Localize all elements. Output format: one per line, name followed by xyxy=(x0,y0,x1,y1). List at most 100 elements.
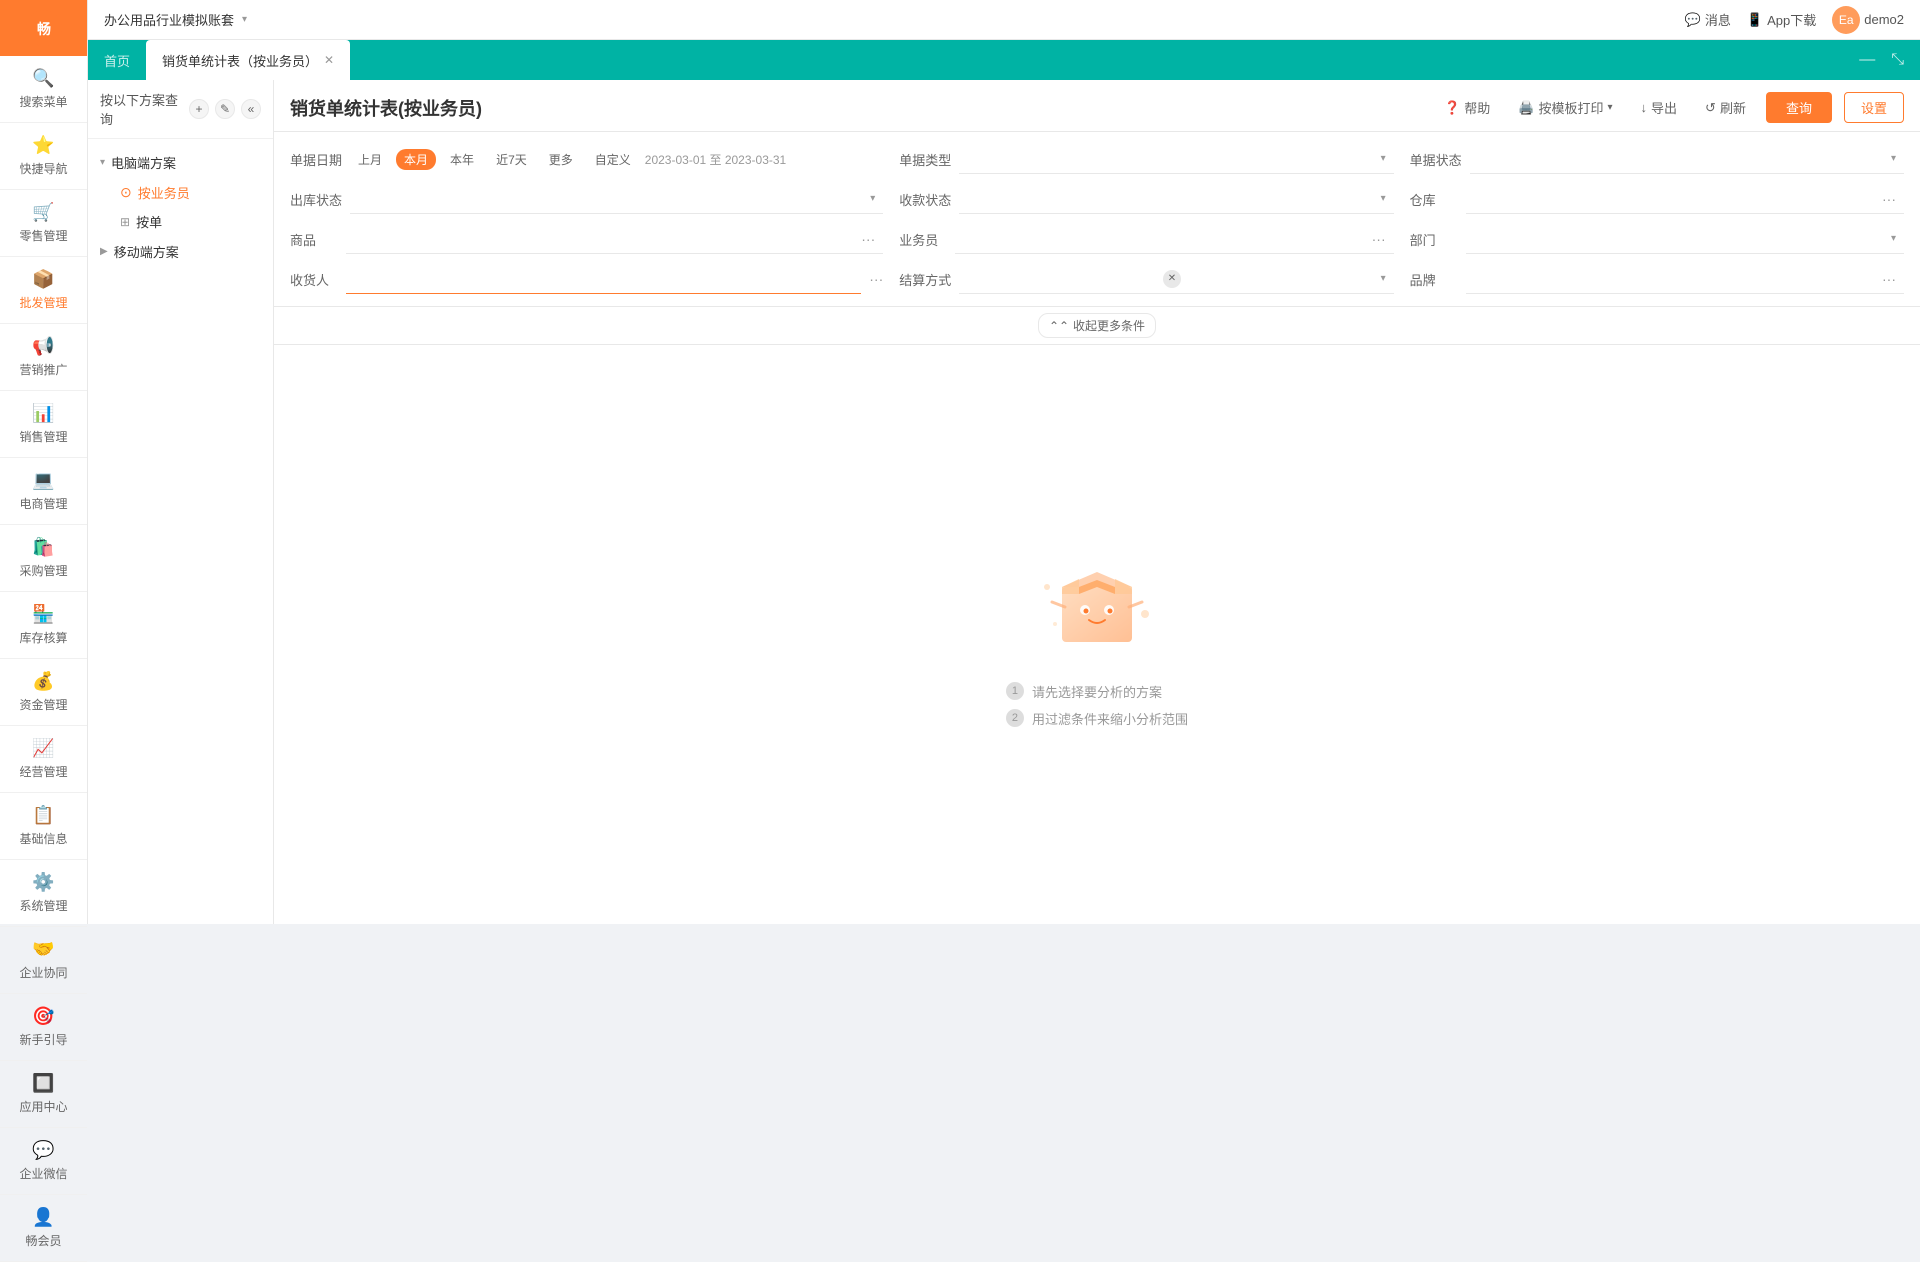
brand-select[interactable]: ··· xyxy=(1466,264,1904,294)
tree-item-by-salesperson[interactable]: ⊙ 按业务员 xyxy=(108,178,273,207)
receiver-input[interactable] xyxy=(346,264,861,294)
collapse-panel-button[interactable]: « xyxy=(241,99,261,119)
sidebar-item-search[interactable]: 🔍 搜索菜单 xyxy=(0,56,87,123)
sidebar-item-basic[interactable]: 📋 基础信息 xyxy=(0,793,87,860)
sidebar-item-label: 基础信息 xyxy=(19,830,67,847)
dept-select[interactable]: ▾ xyxy=(1466,224,1904,254)
download-icon: 📱 xyxy=(1747,12,1763,28)
sidebar-item-apps[interactable]: 🔲 应用中心 xyxy=(0,1061,87,1128)
box-icon: 📦 xyxy=(32,269,54,290)
settlement-clear-button[interactable]: ✕ xyxy=(1163,270,1181,288)
query-button[interactable]: 查询 xyxy=(1766,92,1832,123)
tab-sales-stats[interactable]: 销货单统计表（按业务员） ✕ xyxy=(146,40,350,80)
sidebar-item-label: 零售管理 xyxy=(19,227,67,244)
top-nav-right: 💬 消息 📱 App下载 Ea demo2 xyxy=(1685,6,1904,34)
date-last-7days-button[interactable]: 近7天 xyxy=(488,149,535,170)
sidebar-item-member[interactable]: 👤 畅会员 xyxy=(0,1195,87,1262)
settlement-arrow: ▾ xyxy=(1381,273,1386,284)
refresh-button[interactable]: ↺ 刷新 xyxy=(1697,94,1754,121)
doc-status-select[interactable]: ▾ xyxy=(1470,144,1904,174)
sidebar-item-finance[interactable]: 💰 资金管理 xyxy=(0,659,87,726)
sidebar-item-system[interactable]: ⚙️ 系统管理 xyxy=(0,860,87,927)
sidebar-item-sales[interactable]: 📊 销售管理 xyxy=(0,391,87,458)
salesperson-select[interactable]: ··· xyxy=(955,224,1393,254)
date-more-button[interactable]: 更多 xyxy=(541,149,581,170)
filter-goods: 商品 ··· xyxy=(290,224,883,254)
date-last-month-button[interactable]: 上月 xyxy=(350,149,390,170)
empty-illustration xyxy=(1037,542,1157,662)
filter-payment-status: 收款状态 ▾ xyxy=(899,184,1393,214)
tab-home[interactable]: 首页 xyxy=(88,40,146,80)
tip-text-2: 用过滤条件来缩小分析范围 xyxy=(1032,709,1188,728)
left-panel-header: 按以下方案查询 + ✎ « xyxy=(88,80,273,139)
export-button[interactable]: ↓ 导出 xyxy=(1633,94,1686,121)
download-label: App下载 xyxy=(1767,10,1816,29)
sidebar-item-label: 资金管理 xyxy=(19,696,67,713)
filter-doc-status: 单据状态 ▾ xyxy=(1410,144,1904,174)
page-actions: ❓ 帮助 🖨️ 按模板打印 ▾ ↓ 导出 ↺ xyxy=(1436,92,1904,123)
out-status-select[interactable]: ▾ xyxy=(350,184,883,214)
sidebar-item-marketing[interactable]: 📢 营销推广 xyxy=(0,324,87,391)
help-label: 帮助 xyxy=(1464,98,1490,117)
collapse-filters-button[interactable]: ⌃⌃ 收起更多条件 xyxy=(1038,313,1156,338)
sidebar-item-quick[interactable]: ⭐ 快捷导航 xyxy=(0,123,87,190)
sidebar-item-wholesale[interactable]: 📦 批发管理 xyxy=(0,257,87,324)
sidebar-item-guide[interactable]: 🎯 新手引导 xyxy=(0,994,87,1061)
sidebar-item-retail[interactable]: 🛒 零售管理 xyxy=(0,190,87,257)
tab-sales-stats-label: 销货单统计表（按业务员） xyxy=(162,51,318,70)
receiver-label: 收货人 xyxy=(290,270,338,289)
shopping-icon: 🛍️ xyxy=(32,537,54,558)
gear-icon: ⚙️ xyxy=(32,872,54,893)
dept-arrow: ▾ xyxy=(1891,233,1896,244)
sidebar-item-label: 销售管理 xyxy=(19,428,67,445)
sidebar-item-ecommerce[interactable]: 💻 电商管理 xyxy=(0,458,87,525)
payment-status-select[interactable]: ▾ xyxy=(959,184,1393,214)
store-icon: 🏪 xyxy=(32,604,54,625)
tree-item-by-order[interactable]: ⊞ 按单 xyxy=(108,207,273,236)
tab-close-icon[interactable]: ✕ xyxy=(324,53,334,67)
settlement-select[interactable]: ✕ ▾ xyxy=(959,264,1393,294)
edit-scheme-button[interactable]: ✎ xyxy=(215,99,235,119)
date-custom-button[interactable]: 自定义 xyxy=(587,149,639,170)
money-icon: 💰 xyxy=(32,671,54,692)
print-label: 按模板打印 xyxy=(1538,98,1603,117)
help-button[interactable]: ❓ 帮助 xyxy=(1436,94,1498,121)
logo-icon: 畅 xyxy=(24,8,64,48)
message-action[interactable]: 💬 消息 xyxy=(1685,10,1731,29)
payment-status-label: 收款状态 xyxy=(899,190,951,209)
filter-row-2: 出库状态 ▾ 收款状态 ▾ xyxy=(290,184,1904,214)
tab-minimize-button[interactable]: — xyxy=(1855,47,1879,73)
trending-icon: 📈 xyxy=(32,738,54,759)
doc-type-select[interactable]: ▾ xyxy=(959,144,1393,174)
message-icon: 💬 xyxy=(1685,12,1701,28)
tree-desktop-schemes[interactable]: ▾ 电脑端方案 xyxy=(88,147,273,178)
brand-label: 品牌 xyxy=(1410,270,1458,289)
tree-mobile-schemes[interactable]: ▶ 移动端方案 xyxy=(88,236,273,267)
scheme-tree: ▾ 电脑端方案 ⊙ 按业务员 ⊞ 按单 ▶ xyxy=(88,139,273,924)
avatar: Ea xyxy=(1832,6,1860,34)
sidebar-item-operation[interactable]: 📈 经营管理 xyxy=(0,726,87,793)
download-action[interactable]: 📱 App下载 xyxy=(1747,10,1816,29)
date-this-month-button[interactable]: 本月 xyxy=(396,149,436,170)
user-action[interactable]: Ea demo2 xyxy=(1832,6,1904,34)
title-dropdown-arrow[interactable]: ▾ xyxy=(242,14,247,25)
sidebar-item-inventory[interactable]: 🏪 库存核算 xyxy=(0,592,87,659)
sidebar-item-collaboration[interactable]: 🤝 企业协同 xyxy=(0,927,87,994)
brand-dots: ··· xyxy=(1882,271,1896,287)
left-panel-title: 按以下方案查询 xyxy=(100,90,183,128)
right-panel: 销货单统计表(按业务员) ❓ 帮助 🖨️ 按模板打印 ▾ ↓ xyxy=(274,80,1920,924)
sidebar-item-label: 经营管理 xyxy=(19,763,67,780)
sidebar-item-wechat[interactable]: 💬 企业微信 xyxy=(0,1128,87,1195)
settings-button[interactable]: 设置 xyxy=(1844,92,1904,123)
goods-select[interactable]: ··· xyxy=(346,224,883,254)
tab-bar-actions: — ⤡ xyxy=(1855,47,1920,73)
print-button[interactable]: 🖨️ 按模板打印 ▾ xyxy=(1510,94,1620,121)
doc-type-arrow: ▾ xyxy=(1381,153,1386,164)
sidebar-item-purchase[interactable]: 🛍️ 采购管理 xyxy=(0,525,87,592)
warehouse-select[interactable]: ··· xyxy=(1466,184,1904,214)
sidebar-item-label: 畅会员 xyxy=(25,1232,61,1249)
left-panel-actions: + ✎ « xyxy=(189,99,261,119)
add-scheme-button[interactable]: + xyxy=(189,99,209,119)
tab-expand-button[interactable]: ⤡ xyxy=(1887,47,1908,73)
date-this-year-button[interactable]: 本年 xyxy=(442,149,482,170)
